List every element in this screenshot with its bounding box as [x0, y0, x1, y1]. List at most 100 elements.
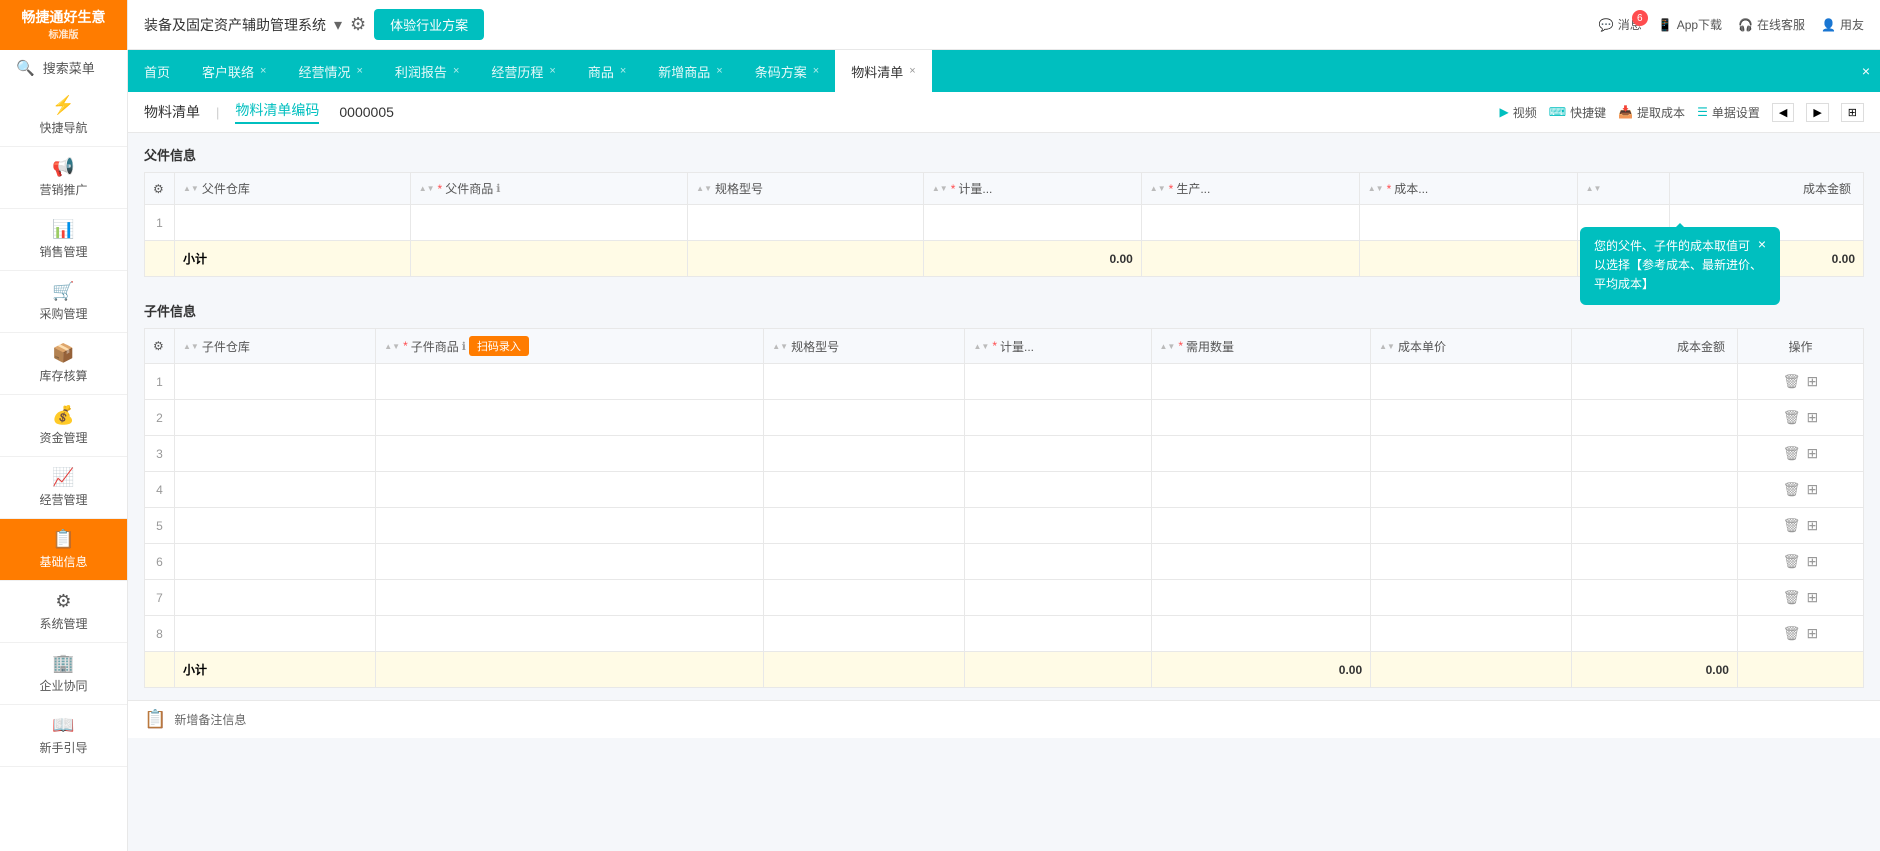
online-service-action[interactable]: 🎧 在线客服 [1738, 16, 1805, 33]
child-spec-cell[interactable] [764, 580, 965, 616]
sort-spec-icon[interactable]: ▲▼ [696, 184, 712, 193]
tab-profit[interactable]: 利润报告 × [379, 50, 475, 92]
copy-row-icon[interactable]: ⊞ [1807, 589, 1819, 606]
delete-row-icon[interactable]: 🗑 [1783, 409, 1801, 426]
experience-industry-button[interactable]: 体验行业方案 [374, 9, 484, 40]
sidebar-item-sales[interactable]: 📊 销售管理 [0, 209, 127, 271]
messages-action[interactable]: 💬 消息 6 [1599, 16, 1642, 33]
sort-cost-icon[interactable]: ▲▼ [1368, 184, 1384, 193]
child-unit-price-cell[interactable] [1371, 580, 1572, 616]
system-dropdown-button[interactable]: ▾ [334, 15, 342, 35]
child-unit-price-cell[interactable] [1371, 364, 1572, 400]
child-product-cell[interactable] [376, 580, 764, 616]
child-unit-price-cell[interactable] [1371, 400, 1572, 436]
child-warehouse-cell[interactable] [175, 616, 376, 652]
hotkey-action[interactable]: ⌨ 快捷键 [1549, 104, 1606, 121]
parent-col-settings[interactable]: ⚙ [145, 173, 175, 205]
close-tab-new-product[interactable]: × [716, 65, 722, 77]
close-tab-profit[interactable]: × [453, 65, 459, 77]
child-unit-price-cell[interactable] [1371, 616, 1572, 652]
copy-row-icon[interactable]: ⊞ [1807, 517, 1819, 534]
sidebar-item-basic-info[interactable]: 📋 基础信息 [0, 519, 127, 581]
child-sort-qty[interactable]: ▲▼ [1160, 342, 1176, 351]
nav-prev-button[interactable]: ◀ [1772, 103, 1794, 122]
child-qty-cell[interactable] [1151, 364, 1371, 400]
close-all-tabs-button[interactable]: × [1852, 63, 1880, 79]
child-col-settings[interactable]: ⚙ [145, 329, 175, 364]
child-spec-cell[interactable] [764, 472, 965, 508]
expand-button[interactable]: ⊞ [1841, 103, 1864, 122]
sidebar-item-purchase[interactable]: 🛒 采购管理 [0, 271, 127, 333]
child-product-info-icon[interactable]: ℹ [462, 340, 466, 353]
child-product-cell[interactable] [376, 436, 764, 472]
delete-row-icon[interactable]: 🗑 [1783, 373, 1801, 390]
tab-home[interactable]: 首页 [128, 50, 186, 92]
delete-row-icon[interactable]: 🗑 [1783, 481, 1801, 498]
child-product-cell[interactable] [376, 364, 764, 400]
video-action[interactable]: ▶ 视频 [1500, 104, 1537, 121]
parent-cost-cell[interactable] [1359, 205, 1577, 241]
single-settings-action[interactable]: ☰ 单据设置 [1697, 104, 1760, 121]
sub-tab-bom-list[interactable]: 物料清单 [144, 102, 200, 122]
child-qty-cell[interactable] [1151, 580, 1371, 616]
child-sort-product[interactable]: ▲▼ [384, 342, 400, 351]
close-tab-bom[interactable]: × [909, 65, 915, 77]
child-unit-cell[interactable] [965, 472, 1151, 508]
parent-produce-cell[interactable] [1141, 205, 1359, 241]
close-tab-products[interactable]: × [620, 65, 626, 77]
sort-produce-icon[interactable]: ▲▼ [1150, 184, 1166, 193]
child-warehouse-cell[interactable] [175, 472, 376, 508]
child-product-cell[interactable] [376, 508, 764, 544]
child-product-cell[interactable] [376, 400, 764, 436]
sidebar-item-marketing[interactable]: 📢 营销推广 [0, 147, 127, 209]
child-unit-price-cell[interactable] [1371, 508, 1572, 544]
search-menu-item[interactable]: 🔍 搜索菜单 [0, 50, 127, 85]
parent-product-cell[interactable] [410, 205, 687, 241]
sidebar-item-quick-nav[interactable]: ⚡ 快捷导航 [0, 85, 127, 147]
delete-row-icon[interactable]: 🗑 [1783, 553, 1801, 570]
copy-row-icon[interactable]: ⊞ [1807, 409, 1819, 426]
copy-row-icon[interactable]: ⊞ [1807, 553, 1819, 570]
child-sort-spec[interactable]: ▲▼ [772, 342, 788, 351]
child-spec-cell[interactable] [764, 616, 965, 652]
child-product-cell[interactable] [376, 616, 764, 652]
sidebar-item-system[interactable]: ⚙ 系统管理 [0, 581, 127, 643]
child-warehouse-cell[interactable] [175, 544, 376, 580]
child-warehouse-cell[interactable] [175, 364, 376, 400]
sidebar-item-guide[interactable]: 📖 新手引导 [0, 705, 127, 767]
child-warehouse-cell[interactable] [175, 580, 376, 616]
child-unit-cell[interactable] [965, 400, 1151, 436]
child-unit-cell[interactable] [965, 616, 1151, 652]
tab-bom[interactable]: 物料清单 × [835, 50, 931, 92]
parent-unit-cell[interactable] [923, 205, 1141, 241]
child-qty-cell[interactable] [1151, 616, 1371, 652]
tab-barcode[interactable]: 条码方案 × [739, 50, 835, 92]
sort-unit-icon[interactable]: ▲▼ [932, 184, 948, 193]
settings-gear-button[interactable]: ⚙ [350, 14, 366, 35]
tab-new-product[interactable]: 新增商品 × [642, 50, 738, 92]
child-warehouse-cell[interactable] [175, 508, 376, 544]
child-qty-cell[interactable] [1151, 508, 1371, 544]
sidebar-item-enterprise[interactable]: 🏢 企业协同 [0, 643, 127, 705]
extract-cost-action[interactable]: 📥 提取成本 [1618, 104, 1685, 121]
child-sort-warehouse[interactable]: ▲▼ [183, 342, 199, 351]
nav-next-button[interactable]: ▶ [1806, 103, 1828, 122]
copy-row-icon[interactable]: ⊞ [1807, 625, 1819, 642]
sub-tab-bom-code[interactable]: 物料清单编码 [235, 100, 319, 124]
child-unit-price-cell[interactable] [1371, 472, 1572, 508]
child-spec-cell[interactable] [764, 544, 965, 580]
tooltip-close-button[interactable]: × [1758, 237, 1766, 251]
sort-product-icon[interactable]: ▲▼ [419, 184, 435, 193]
tab-history[interactable]: 经营历程 × [475, 50, 571, 92]
copy-row-icon[interactable]: ⊞ [1807, 445, 1819, 462]
product-info-icon[interactable]: ℹ [496, 182, 500, 195]
child-unit-cell[interactable] [965, 508, 1151, 544]
child-unit-cell[interactable] [965, 436, 1151, 472]
app-download-action[interactable]: 📱 App下载 [1658, 16, 1722, 33]
sidebar-item-finance[interactable]: 💰 资金管理 [0, 395, 127, 457]
child-product-cell[interactable] [376, 544, 764, 580]
child-product-cell[interactable] [376, 472, 764, 508]
add-remark-icon[interactable]: 📋 [144, 709, 166, 730]
sidebar-item-operations[interactable]: 📈 经营管理 [0, 457, 127, 519]
delete-row-icon[interactable]: 🗑 [1783, 517, 1801, 534]
